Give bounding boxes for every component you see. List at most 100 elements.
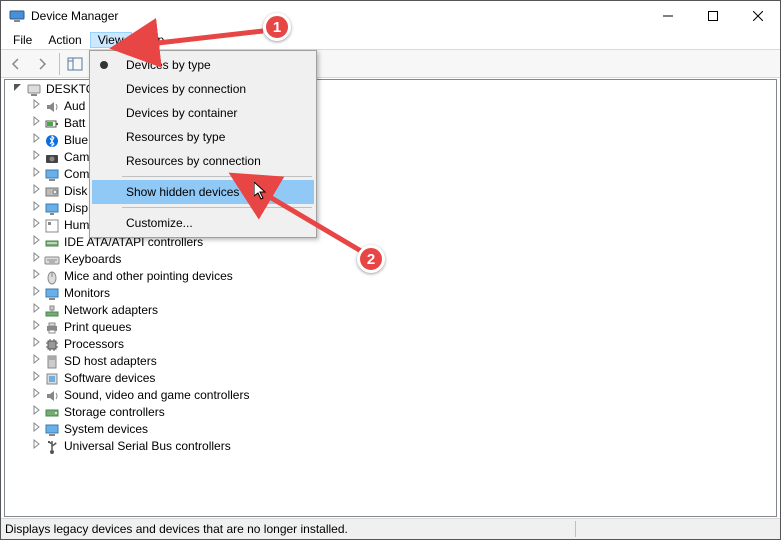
processor-icon: [44, 337, 60, 353]
menu-customize[interactable]: Customize...: [92, 211, 314, 235]
expand-icon[interactable]: [29, 115, 42, 132]
tree-node-label: Sound, video and game controllers: [64, 387, 249, 404]
audio-icon: [44, 99, 60, 115]
tree-node[interactable]: Print queues: [7, 319, 774, 336]
menu-item-label: Show hidden devices: [126, 185, 239, 199]
tree-root-label: DESKTO: [46, 81, 95, 98]
expand-icon[interactable]: [29, 387, 42, 404]
menu-separator: [122, 176, 312, 177]
show-hide-tree-button[interactable]: [63, 52, 87, 76]
system-icon: [44, 422, 60, 438]
expand-icon[interactable]: [29, 217, 42, 234]
disk-icon: [44, 184, 60, 200]
printer-icon: [44, 320, 60, 336]
tree-node[interactable]: Processors: [7, 336, 774, 353]
minimize-button[interactable]: [645, 2, 690, 31]
tree-node-label: Storage controllers: [64, 404, 165, 421]
menu-file[interactable]: File: [5, 32, 40, 48]
computer-icon: [26, 82, 42, 98]
tree-node-label: Aud: [64, 98, 85, 115]
expand-icon[interactable]: [29, 319, 42, 336]
menu-view[interactable]: View: [90, 32, 132, 48]
expand-icon[interactable]: [29, 421, 42, 438]
tree-node[interactable]: Monitors: [7, 285, 774, 302]
menu-resources-by-connection[interactable]: Resources by connection: [92, 149, 314, 173]
tree-node-label: Com: [64, 166, 89, 183]
tree-node-label: Blue: [64, 132, 88, 149]
tree-node-label: Batt: [64, 115, 85, 132]
tree-node-label: Disp: [64, 200, 88, 217]
menu-item-label: Resources by type: [126, 130, 225, 144]
expand-icon[interactable]: [29, 404, 42, 421]
tree-node-label: Mice and other pointing devices: [64, 268, 233, 285]
window-controls: [645, 2, 780, 31]
menu-action[interactable]: Action: [40, 32, 89, 48]
tree-node[interactable]: Sound, video and game controllers: [7, 387, 774, 404]
expand-icon[interactable]: [29, 302, 42, 319]
menu-help[interactable]: Help: [132, 32, 173, 48]
menu-resources-by-type[interactable]: Resources by type: [92, 125, 314, 149]
tree-node[interactable]: SD host adapters: [7, 353, 774, 370]
tree-node[interactable]: Universal Serial Bus controllers: [7, 438, 774, 455]
nav-forward-button[interactable]: [30, 52, 54, 76]
expand-icon[interactable]: [29, 234, 42, 251]
tree-node-label: Universal Serial Bus controllers: [64, 438, 231, 455]
ide-controller-icon: [44, 235, 60, 251]
menu-item-label: Resources by connection: [126, 154, 261, 168]
battery-icon: [44, 116, 60, 132]
menu-show-hidden-devices[interactable]: Show hidden devices: [92, 180, 314, 204]
tree-node-label: System devices: [64, 421, 148, 438]
expand-icon[interactable]: [29, 183, 42, 200]
tree-node[interactable]: Software devices: [7, 370, 774, 387]
menu-devices-by-container[interactable]: Devices by container: [92, 101, 314, 125]
tree-node[interactable]: Keyboards: [7, 251, 774, 268]
expand-icon[interactable]: [29, 268, 42, 285]
menu-item-label: Devices by connection: [126, 82, 246, 96]
expand-icon[interactable]: [29, 200, 42, 217]
camera-icon: [44, 150, 60, 166]
expand-icon[interactable]: [29, 438, 42, 455]
menu-devices-by-type[interactable]: Devices by type: [92, 53, 314, 77]
collapse-icon[interactable]: [11, 81, 24, 98]
tree-node[interactable]: System devices: [7, 421, 774, 438]
tree-node[interactable]: Storage controllers: [7, 404, 774, 421]
menu-item-label: Devices by container: [126, 106, 237, 120]
expand-icon[interactable]: [29, 285, 42, 302]
expand-icon[interactable]: [29, 336, 42, 353]
expand-icon[interactable]: [29, 132, 42, 149]
expand-icon[interactable]: [29, 98, 42, 115]
titlebar: Device Manager: [1, 1, 780, 31]
expand-icon[interactable]: [29, 353, 42, 370]
menu-item-label: Devices by type: [126, 58, 211, 72]
tree-node-label: Software devices: [64, 370, 155, 387]
tree-node-label: Processors: [64, 336, 124, 353]
expand-icon[interactable]: [29, 149, 42, 166]
mouse-icon: [44, 269, 60, 285]
software-icon: [44, 371, 60, 387]
monitor-icon: [44, 286, 60, 302]
hid-icon: [44, 218, 60, 234]
nav-back-button[interactable]: [4, 52, 28, 76]
annotation-badge-1: 1: [263, 13, 291, 41]
sd-icon: [44, 354, 60, 370]
bluetooth-icon: [44, 133, 60, 149]
toolbar-separator: [59, 53, 60, 75]
tree-node[interactable]: Mice and other pointing devices: [7, 268, 774, 285]
expand-icon[interactable]: [29, 166, 42, 183]
expand-icon[interactable]: [29, 370, 42, 387]
annotation-badge-2: 2: [357, 245, 385, 273]
tree-node-label: Network adapters: [64, 302, 158, 319]
maximize-button[interactable]: [690, 2, 735, 31]
close-button[interactable]: [735, 2, 780, 31]
view-menu-dropdown: Devices by type Devices by connection De…: [89, 50, 317, 238]
menu-devices-by-connection[interactable]: Devices by connection: [92, 77, 314, 101]
status-separator: [575, 521, 576, 537]
tree-node-label: Disk: [64, 183, 87, 200]
network-icon: [44, 303, 60, 319]
keyboard-icon: [44, 252, 60, 268]
sound-icon: [44, 388, 60, 404]
expand-icon[interactable]: [29, 251, 42, 268]
menu-separator: [122, 207, 312, 208]
tree-node-label: Print queues: [64, 319, 131, 336]
tree-node[interactable]: Network adapters: [7, 302, 774, 319]
